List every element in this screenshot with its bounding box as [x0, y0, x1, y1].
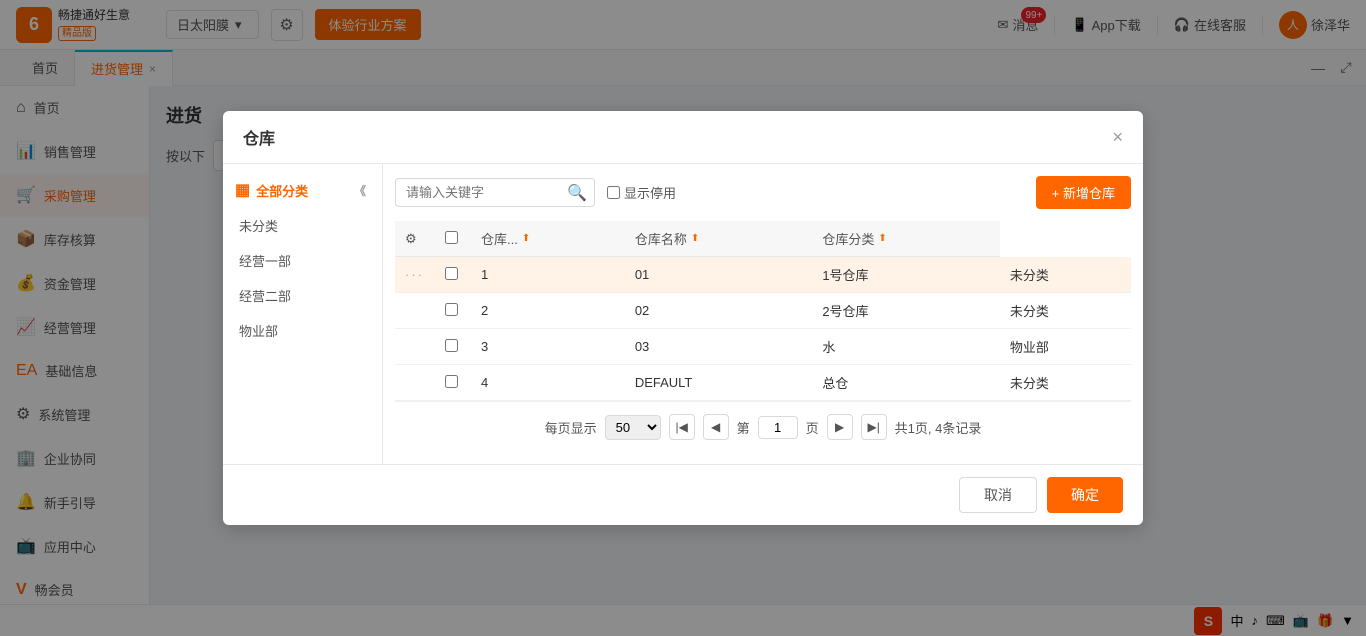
settings-col-icon: ⚙: [405, 231, 417, 246]
row-actions-button[interactable]: ···: [405, 267, 424, 282]
row-gear: ···: [395, 257, 435, 293]
all-category-label: 全部分类: [256, 181, 308, 200]
row-checkbox-cell: [435, 257, 471, 293]
warehouse-modal: 仓库 × ▦ 全部分类 《 未分类 经营一部 经营二部 物业部 🔍: [223, 111, 1143, 525]
pagination-bar: 每页显示 50 10 20 100 |◀ ◀ 第 页 ▶ ▶| 共1页, 4条记…: [395, 401, 1131, 452]
page-prefix-label: 第: [737, 418, 750, 437]
show-disabled-label[interactable]: 显示停用: [607, 183, 676, 202]
row-no: 2: [471, 293, 625, 329]
row-name: 2号仓库: [812, 293, 1000, 329]
search-input-wrap: 🔍: [395, 178, 595, 207]
prev-page-button[interactable]: ◀: [703, 414, 729, 440]
table-row[interactable]: 303水物业部: [395, 329, 1131, 365]
row-gear: [395, 365, 435, 401]
row-checkbox[interactable]: [445, 375, 458, 388]
row-no: 1: [471, 257, 625, 293]
warehouse-table-container: ⚙ 仓库... ⬆: [395, 221, 1131, 401]
sort-icon-code: ⬆: [522, 233, 530, 244]
row-code: DEFAULT: [625, 365, 813, 401]
row-category: 物业部: [1000, 329, 1131, 365]
row-name: 水: [812, 329, 1000, 365]
collapse-button[interactable]: 《: [350, 180, 370, 200]
page-number-input[interactable]: [758, 416, 798, 439]
category-dept2[interactable]: 经营二部: [223, 278, 382, 313]
row-gear: [395, 329, 435, 365]
col-category[interactable]: 仓库分类 ⬆: [812, 221, 1000, 257]
all-category-item[interactable]: ▦ 全部分类 《: [223, 172, 382, 208]
modal-close-button[interactable]: ×: [1112, 127, 1123, 148]
add-warehouse-button[interactable]: + 新增仓库: [1036, 176, 1131, 209]
modal-footer: 取消 确定: [223, 464, 1143, 525]
right-panel: 🔍 显示停用 + 新增仓库 ⚙: [383, 164, 1143, 464]
row-checkbox[interactable]: [445, 267, 458, 280]
row-category: 未分类: [1000, 293, 1131, 329]
col-name[interactable]: 仓库名称 ⬆: [625, 221, 813, 257]
page-suffix-label: 页: [806, 418, 819, 437]
col-check: [435, 221, 471, 257]
sort-icon-name: ⬆: [691, 233, 699, 244]
row-checkbox-cell: [435, 329, 471, 365]
row-name: 总仓: [812, 365, 1000, 401]
col-code[interactable]: 仓库... ⬆: [471, 221, 625, 257]
next-page-button[interactable]: ▶: [827, 414, 853, 440]
col-settings: ⚙: [395, 221, 435, 257]
row-category: 未分类: [1000, 257, 1131, 293]
last-page-button[interactable]: ▶|: [861, 414, 887, 440]
per-page-select[interactable]: 50 10 20 100: [605, 415, 661, 440]
grid-icon: ▦: [235, 180, 250, 200]
category-property[interactable]: 物业部: [223, 313, 382, 348]
row-checkbox[interactable]: [445, 339, 458, 352]
row-checkbox-cell: [435, 365, 471, 401]
row-code: 01: [625, 257, 813, 293]
search-input[interactable]: [395, 178, 595, 207]
search-icon[interactable]: 🔍: [567, 183, 587, 203]
col-name-label: 仓库名称: [635, 229, 687, 248]
show-disabled-checkbox[interactable]: [607, 186, 620, 199]
row-code: 02: [625, 293, 813, 329]
category-dept1[interactable]: 经营一部: [223, 243, 382, 278]
row-code: 03: [625, 329, 813, 365]
confirm-button[interactable]: 确定: [1047, 477, 1123, 513]
row-no: 4: [471, 365, 625, 401]
category-panel: ▦ 全部分类 《 未分类 经营一部 经营二部 物业部: [223, 164, 383, 464]
first-page-button[interactable]: |◀: [669, 414, 695, 440]
modal-body: ▦ 全部分类 《 未分类 经营一部 经营二部 物业部 🔍 显示停用 +: [223, 164, 1143, 464]
row-checkbox[interactable]: [445, 303, 458, 316]
category-unclassified[interactable]: 未分类: [223, 208, 382, 243]
row-no: 3: [471, 329, 625, 365]
row-gear: [395, 293, 435, 329]
search-row: 🔍 显示停用 + 新增仓库: [395, 176, 1131, 209]
sort-icon-category: ⬆: [878, 233, 886, 244]
table-row[interactable]: 4DEFAULT总仓未分类: [395, 365, 1131, 401]
select-all-checkbox[interactable]: [445, 231, 458, 244]
col-category-label: 仓库分类: [822, 229, 874, 248]
modal-header: 仓库 ×: [223, 111, 1143, 164]
table-row[interactable]: ··· 1011号仓库未分类: [395, 257, 1131, 293]
col-code-label: 仓库...: [481, 229, 518, 248]
cancel-button[interactable]: 取消: [959, 477, 1037, 513]
row-checkbox-cell: [435, 293, 471, 329]
per-page-label: 每页显示: [545, 418, 597, 437]
warehouse-table: ⚙ 仓库... ⬆: [395, 221, 1131, 401]
modal-title: 仓库: [243, 125, 275, 149]
row-name: 1号仓库: [812, 257, 1000, 293]
table-row[interactable]: 2022号仓库未分类: [395, 293, 1131, 329]
row-category: 未分类: [1000, 365, 1131, 401]
total-info: 共1页, 4条记录: [895, 418, 982, 437]
